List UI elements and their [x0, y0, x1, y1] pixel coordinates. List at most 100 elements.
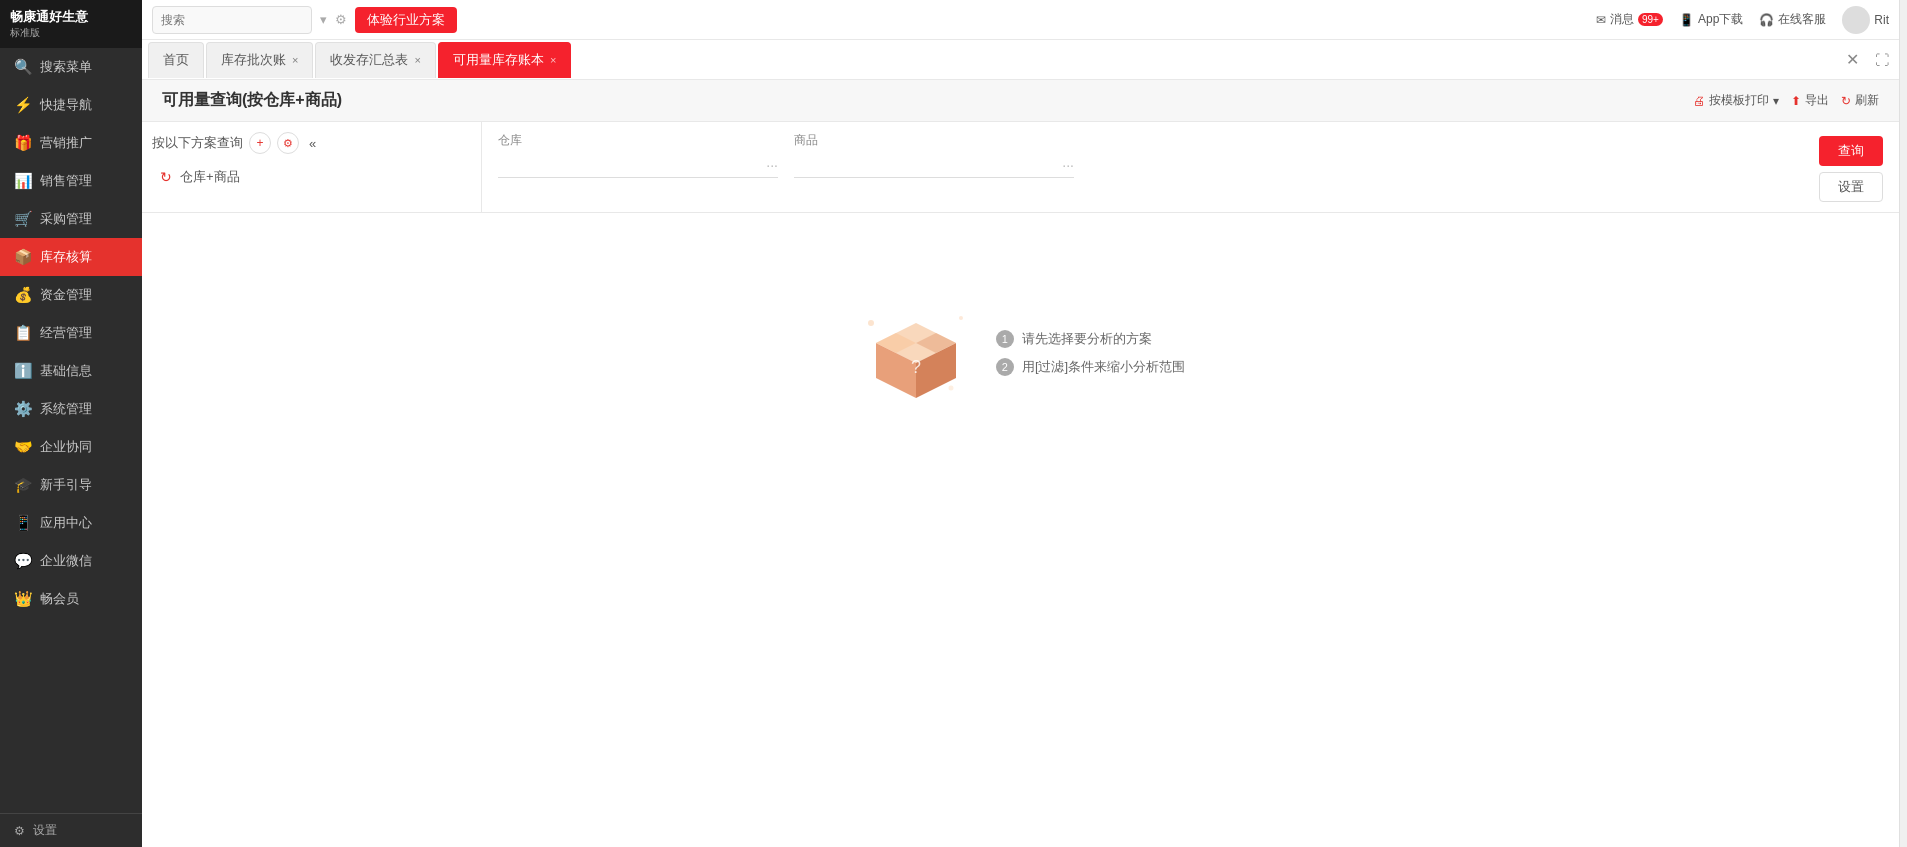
sidebar-icon: 👑: [14, 590, 32, 608]
sidebar-header: 畅康通好生意 标准版: [0, 0, 142, 48]
sidebar-item-label: 应用中心: [40, 514, 92, 532]
export-action[interactable]: ⬆ 导出: [1791, 92, 1829, 109]
message-badge: 99+: [1638, 13, 1663, 26]
avatar: [1842, 6, 1870, 34]
app-name: 畅康通好生意: [10, 8, 88, 26]
tabs-bar: 首页库存批次账×收发存汇总表×可用量库存账本× ✕ ⛶: [142, 40, 1899, 80]
sidebar-item-新手引导[interactable]: 🎓新手引导: [0, 466, 142, 504]
sidebar-icon: 💰: [14, 286, 32, 304]
empty-illustration: ?: [856, 293, 976, 413]
sidebar-item-快捷导航[interactable]: ⚡快捷导航: [0, 86, 142, 124]
tabs-end: ✕ ⛶: [1842, 46, 1893, 73]
tab-可用量库存账本[interactable]: 可用量库存账本 ×: [438, 42, 571, 78]
sidebar-item-label: 销售管理: [40, 172, 92, 190]
tab-收发存汇总表[interactable]: 收发存汇总表×: [315, 42, 435, 78]
sidebar-bottom-label: 设置: [33, 822, 57, 839]
tab-close-button[interactable]: ×: [292, 54, 298, 66]
filter-left-panel: 按以下方案查询 + ⚙ « ↻ 仓库+商品: [142, 122, 482, 212]
query-button[interactable]: 查询: [1819, 136, 1883, 166]
refresh-action[interactable]: ↻ 刷新: [1841, 92, 1879, 109]
refresh-label: 刷新: [1855, 92, 1879, 109]
sidebar-item-资金管理[interactable]: 💰 资金管理: [0, 276, 142, 314]
filter-option-warehouse-goods[interactable]: ↻ 仓库+商品: [152, 162, 471, 192]
sidebar-item-label: 快捷导航: [40, 96, 92, 114]
expand-icon[interactable]: ⛶: [1871, 48, 1893, 72]
warehouse-input[interactable]: [498, 158, 760, 173]
warehouse-more-icon[interactable]: ···: [766, 157, 778, 173]
filter-right-panel: 仓库 ··· 商品 ··· 查询 设置: [482, 122, 1899, 212]
industry-btn[interactable]: 体验行业方案: [355, 7, 457, 33]
sidebar-icon: 📱: [14, 514, 32, 532]
app-download-label: App下载: [1698, 11, 1743, 28]
print-action[interactable]: 🖨 按模板打印 ▾: [1693, 92, 1779, 109]
sidebar-item-label: 基础信息: [40, 362, 92, 380]
sidebar-item-企业协同[interactable]: 🤝企业协同: [0, 428, 142, 466]
print-dropdown-icon[interactable]: ▾: [1773, 94, 1779, 108]
sidebar-item-销售管理[interactable]: 📊销售管理: [0, 162, 142, 200]
warehouse-filter-group: 仓库 ···: [498, 132, 778, 178]
print-label: 按模板打印: [1709, 92, 1769, 109]
sidebar-icon: ℹ️: [14, 362, 32, 380]
message-label: 消息: [1610, 11, 1634, 28]
tab-库存批次账[interactable]: 库存批次账 ×: [206, 42, 313, 78]
settings-scheme-button[interactable]: ⚙: [277, 132, 299, 154]
sidebar-icon: 📦: [14, 248, 32, 266]
empty-tips: 1请先选择要分析的方案 2用[过滤]条件来缩小分析范围: [996, 330, 1185, 376]
sidebar-item-企业微信[interactable]: 💬 企业微信: [0, 542, 142, 580]
online-service-label: 在线客服: [1778, 11, 1826, 28]
sidebar-item-库存核算[interactable]: 📦 库存核算: [0, 238, 142, 276]
page-content: 可用量查询(按仓库+商品) 🖨 按模板打印 ▾ ⬆ 导出 ↻ 刷新: [142, 80, 1899, 847]
export-icon: ⬆: [1791, 94, 1801, 108]
tab-close-button[interactable]: ×: [550, 54, 556, 66]
search-input[interactable]: [161, 13, 303, 27]
sidebar-icon: 🎁: [14, 134, 32, 152]
collapse-button[interactable]: «: [309, 136, 316, 151]
message-action[interactable]: ✉ 消息 99+: [1596, 11, 1663, 28]
user-info[interactable]: Rit: [1842, 6, 1889, 34]
filter-icons: + ⚙: [249, 132, 299, 154]
sidebar-bottom[interactable]: ⚙ 设置: [0, 813, 142, 847]
goods-input[interactable]: [794, 158, 1056, 173]
empty-state: ? 1请先选择要分析的方案 2用[过滤]条件来缩小分析范围: [142, 213, 1899, 493]
sidebar-icon: 🔍: [14, 58, 32, 76]
app-download-action[interactable]: 📱 App下载: [1679, 11, 1743, 28]
tab-close-button[interactable]: ×: [414, 54, 420, 66]
tab-label: 库存批次账: [221, 51, 286, 69]
sidebar-item-系统管理[interactable]: ⚙️系统管理: [0, 390, 142, 428]
empty-tip-1: 1请先选择要分析的方案: [996, 330, 1185, 348]
settings-icon[interactable]: ⚙: [335, 12, 347, 27]
sidebar-icon: 🎓: [14, 476, 32, 494]
sidebar-item-label: 营销推广: [40, 134, 92, 152]
sidebar-icon: 💬: [14, 552, 32, 570]
add-scheme-button[interactable]: +: [249, 132, 271, 154]
goods-input-wrapper: ···: [794, 153, 1074, 178]
sidebar: 畅康通好生意 标准版 🔍 搜索菜单 ⚡快捷导航 🎁 营销推广 📊销售管理 🛒 采购管理 📦 库存核…: [0, 0, 142, 847]
search-box[interactable]: [152, 6, 312, 34]
mobile-icon: 📱: [1679, 13, 1694, 27]
sidebar-item-label: 企业微信: [40, 552, 92, 570]
empty-tip-2: 2用[过滤]条件来缩小分析范围: [996, 358, 1185, 376]
svg-point-7: [959, 316, 963, 320]
dropdown-icon[interactable]: ▾: [320, 12, 327, 27]
sidebar-item-搜索菜单[interactable]: 🔍 搜索菜单: [0, 48, 142, 86]
goods-more-icon[interactable]: ···: [1062, 157, 1074, 173]
topbar: ▾ ⚙ 体验行业方案 ✉ 消息 99+ 📱 App下载 🎧 在线客服 Rit: [142, 0, 1899, 40]
close-all-tabs-button[interactable]: ✕: [1842, 46, 1863, 73]
sidebar-item-畅会员[interactable]: 👑畅会员: [0, 580, 142, 618]
sidebar-item-label: 资金管理: [40, 286, 92, 304]
sidebar-item-采购管理[interactable]: 🛒 采购管理: [0, 200, 142, 238]
sidebar-item-经营管理[interactable]: 📋经营管理: [0, 314, 142, 352]
export-label: 导出: [1805, 92, 1829, 109]
sidebar-item-营销推广[interactable]: 🎁 营销推广: [0, 124, 142, 162]
sidebar-item-应用中心[interactable]: 📱 应用中心: [0, 504, 142, 542]
tab-label: 可用量库存账本: [453, 51, 544, 69]
sidebar-item-基础信息[interactable]: ℹ️ 基础信息: [0, 352, 142, 390]
online-service-action[interactable]: 🎧 在线客服: [1759, 11, 1826, 28]
sidebar-item-label: 采购管理: [40, 210, 92, 228]
sidebar-icon: 📋: [14, 324, 32, 342]
sidebar-item-label: 搜索菜单: [40, 58, 92, 76]
sidebar-item-label: 库存核算: [40, 248, 92, 266]
sidebar-icon: 🛒: [14, 210, 32, 228]
settings-button[interactable]: 设置: [1819, 172, 1883, 202]
tab-首页[interactable]: 首页: [148, 42, 204, 78]
